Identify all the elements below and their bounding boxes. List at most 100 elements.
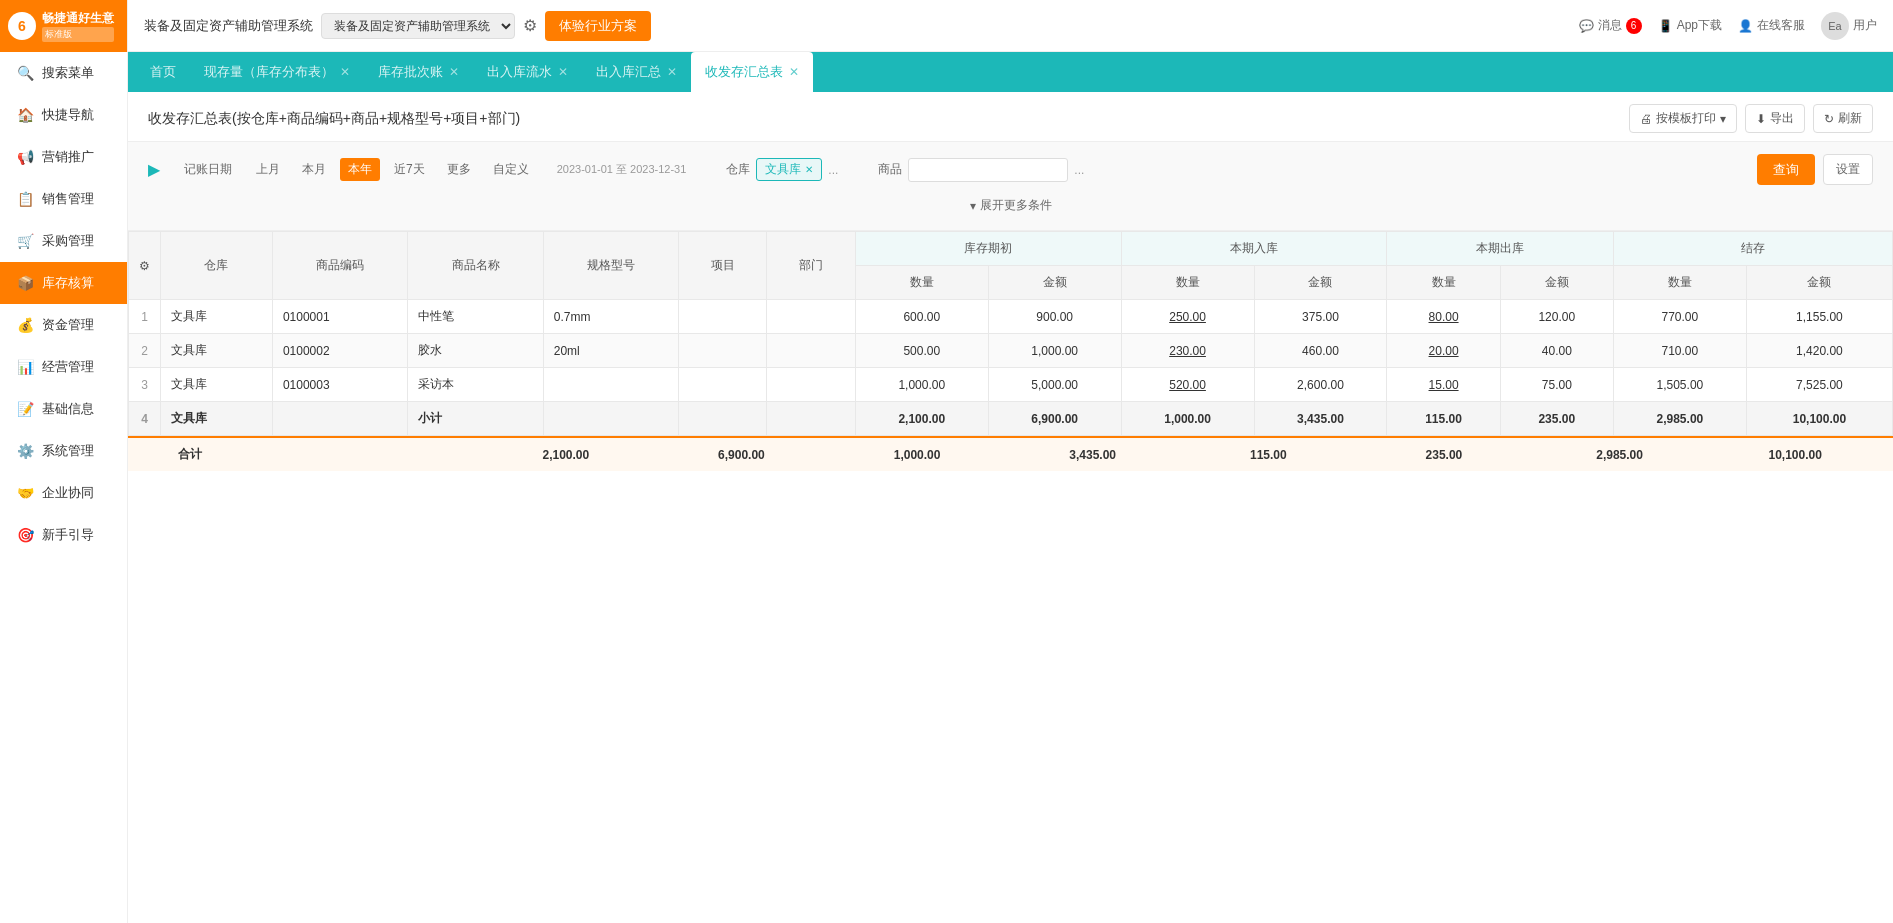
export-icon: ⬇ [1756,112,1766,126]
link-cell-out-qty[interactable]: 80.00 [1429,310,1459,324]
link-cell-in-qty[interactable]: 520.00 [1169,378,1206,392]
filter-bar: ▶ 记账日期 上月本月本年近7天更多自定义 2023-01-01 至 2023-… [128,142,1893,231]
print-icon: 🖨 [1640,112,1652,126]
sidebar-item-inventory[interactable]: 📦库存核算 [0,262,127,304]
footer-close-qty: 2,985.00 [1532,448,1708,462]
tab-close-icon[interactable]: ✕ [340,65,350,79]
th-code: 商品编码 [272,232,407,300]
date-btn-近7天[interactable]: 近7天 [386,158,433,181]
sidebar-item-sales[interactable]: 📋销售管理 [0,178,127,220]
sidebar-item-collab[interactable]: 🤝企业协同 [0,472,127,514]
sidebar-item-operation[interactable]: 📊经营管理 [0,346,127,388]
page-actions: 🖨 按模板打印 ▾ ⬇ 导出 ↻ 刷新 [1629,104,1873,133]
sidebar-item-finance[interactable]: 💰资金管理 [0,304,127,346]
cell-warehouse: 文具库 [161,300,273,334]
goods-label: 商品 [878,161,902,178]
sidebar-item-label: 库存核算 [42,274,94,292]
date-btn-自定义[interactable]: 自定义 [485,158,537,181]
sidebar-item-label: 营销推广 [42,148,94,166]
footer-close-amt: 10,100.00 [1707,448,1883,462]
footer-open-amt: 6,900.00 [654,448,830,462]
table-row: 4文具库小计2,100.006,900.001,000.003,435.0011… [129,402,1893,436]
refresh-button[interactable]: ↻ 刷新 [1813,104,1873,133]
th-group-in: 本期入库 [1121,232,1387,266]
sidebar-item-marketing[interactable]: 📢营销推广 [0,136,127,178]
warehouse-tag-close[interactable]: ✕ [805,164,813,175]
date-filter-group: 上月本月本年近7天更多自定义 [248,158,537,181]
user-item[interactable]: Ea 用户 [1821,12,1877,40]
cell-in-qty[interactable]: 250.00 [1121,300,1254,334]
cell-in-qty[interactable]: 520.00 [1121,368,1254,402]
sidebar-item-quick_nav[interactable]: 🏠快捷导航 [0,94,127,136]
link-cell-in-qty[interactable]: 250.00 [1169,310,1206,324]
cell-open-amt: 900.00 [988,300,1121,334]
tab-close-icon[interactable]: ✕ [789,65,799,79]
sidebar-item-search[interactable]: 🔍搜索菜单 [0,52,127,94]
trial-button[interactable]: 体验行业方案 [545,11,651,41]
tab-inout_flow[interactable]: 出入库流水 ✕ [473,52,582,92]
cell-out-amt: 40.00 [1500,334,1613,368]
link-cell-out-qty[interactable]: 20.00 [1429,344,1459,358]
gear-icon[interactable]: ⚙ [523,16,537,35]
cell-out-qty[interactable]: 20.00 [1387,334,1500,368]
goods-input[interactable] [908,158,1068,182]
cell-in-qty: 1,000.00 [1121,402,1254,436]
online-service-item[interactable]: 👤 在线客服 [1738,17,1805,34]
th-group-closing: 结存 [1613,232,1892,266]
print-button[interactable]: 🖨 按模板打印 ▾ [1629,104,1737,133]
system-select[interactable]: 装备及固定资产辅助管理系统 [321,13,515,39]
date-label: 记账日期 [184,161,232,178]
row-num: 4 [129,402,161,436]
date-btn-更多[interactable]: 更多 [439,158,479,181]
tab-close-icon[interactable]: ✕ [667,65,677,79]
th-open-amt: 金额 [988,266,1121,300]
sidebar-item-basic[interactable]: 📝基础信息 [0,388,127,430]
cell-in-qty[interactable]: 230.00 [1121,334,1254,368]
date-btn-本月[interactable]: 本月 [294,158,334,181]
th-name: 商品名称 [408,232,543,300]
th-group-out: 本期出库 [1387,232,1614,266]
tab-batch[interactable]: 库存批次账✕ [364,52,473,92]
footer-open-qty: 2,100.00 [478,448,654,462]
goods-more[interactable]: ... [1074,163,1084,177]
tab-label: 出入库流水 [487,63,552,81]
table-row: 2文具库0100002胶水20ml500.001,000.00230.00460… [129,334,1893,368]
sidebar-item-guide[interactable]: 🎯新手引导 [0,514,127,556]
th-settings[interactable]: ⚙ [129,232,161,300]
app-download-item[interactable]: 📱 App下载 [1658,17,1722,34]
cell-close-amt: 1,420.00 [1746,334,1892,368]
cell-name: 小计 [408,402,543,436]
sidebar-item-label: 系统管理 [42,442,94,460]
warehouse-more[interactable]: ... [828,163,838,177]
tab-home[interactable]: 首页 [136,52,190,92]
date-btn-本年[interactable]: 本年 [340,158,380,181]
cell-out-qty[interactable]: 80.00 [1387,300,1500,334]
chevron-down-icon: ▾ [970,199,976,213]
cell-close-qty: 770.00 [1613,300,1746,334]
date-range-text: 2023-01-01 至 2023-12-31 [557,163,687,175]
date-btn-上月[interactable]: 上月 [248,158,288,181]
cell-dept [767,334,855,368]
tab-inventory_dist[interactable]: 现存量（库存分布表）✕ [190,52,364,92]
settings-button[interactable]: 设置 [1823,154,1873,185]
cell-project [679,300,767,334]
cell-out-qty[interactable]: 15.00 [1387,368,1500,402]
expand-filter-button[interactable]: ▾ 展开更多条件 [970,197,1052,214]
message-item[interactable]: 💬 消息 6 [1579,17,1642,34]
tab-close-icon[interactable]: ✕ [558,65,568,79]
link-cell-in-qty[interactable]: 230.00 [1169,344,1206,358]
row-num: 2 [129,334,161,368]
sidebar-item-system[interactable]: ⚙️系统管理 [0,430,127,472]
sidebar-item-purchase[interactable]: 🛒采购管理 [0,220,127,262]
tab-close-icon[interactable]: ✕ [449,65,459,79]
cell-code [272,402,407,436]
cell-code: 0100001 [272,300,407,334]
cell-name: 胶水 [408,334,543,368]
filter-toggle-icon[interactable]: ▶ [148,160,160,179]
tab-receive_summary[interactable]: 收发存汇总表✕ [691,52,813,92]
link-cell-out-qty[interactable]: 15.00 [1429,378,1459,392]
export-button[interactable]: ⬇ 导出 [1745,104,1805,133]
header-left: 装备及固定资产辅助管理系统 装备及固定资产辅助管理系统 ⚙ 体验行业方案 [144,11,651,41]
tab-inout_summary[interactable]: 出入库汇总✕ [582,52,691,92]
query-button[interactable]: 查询 [1757,154,1815,185]
